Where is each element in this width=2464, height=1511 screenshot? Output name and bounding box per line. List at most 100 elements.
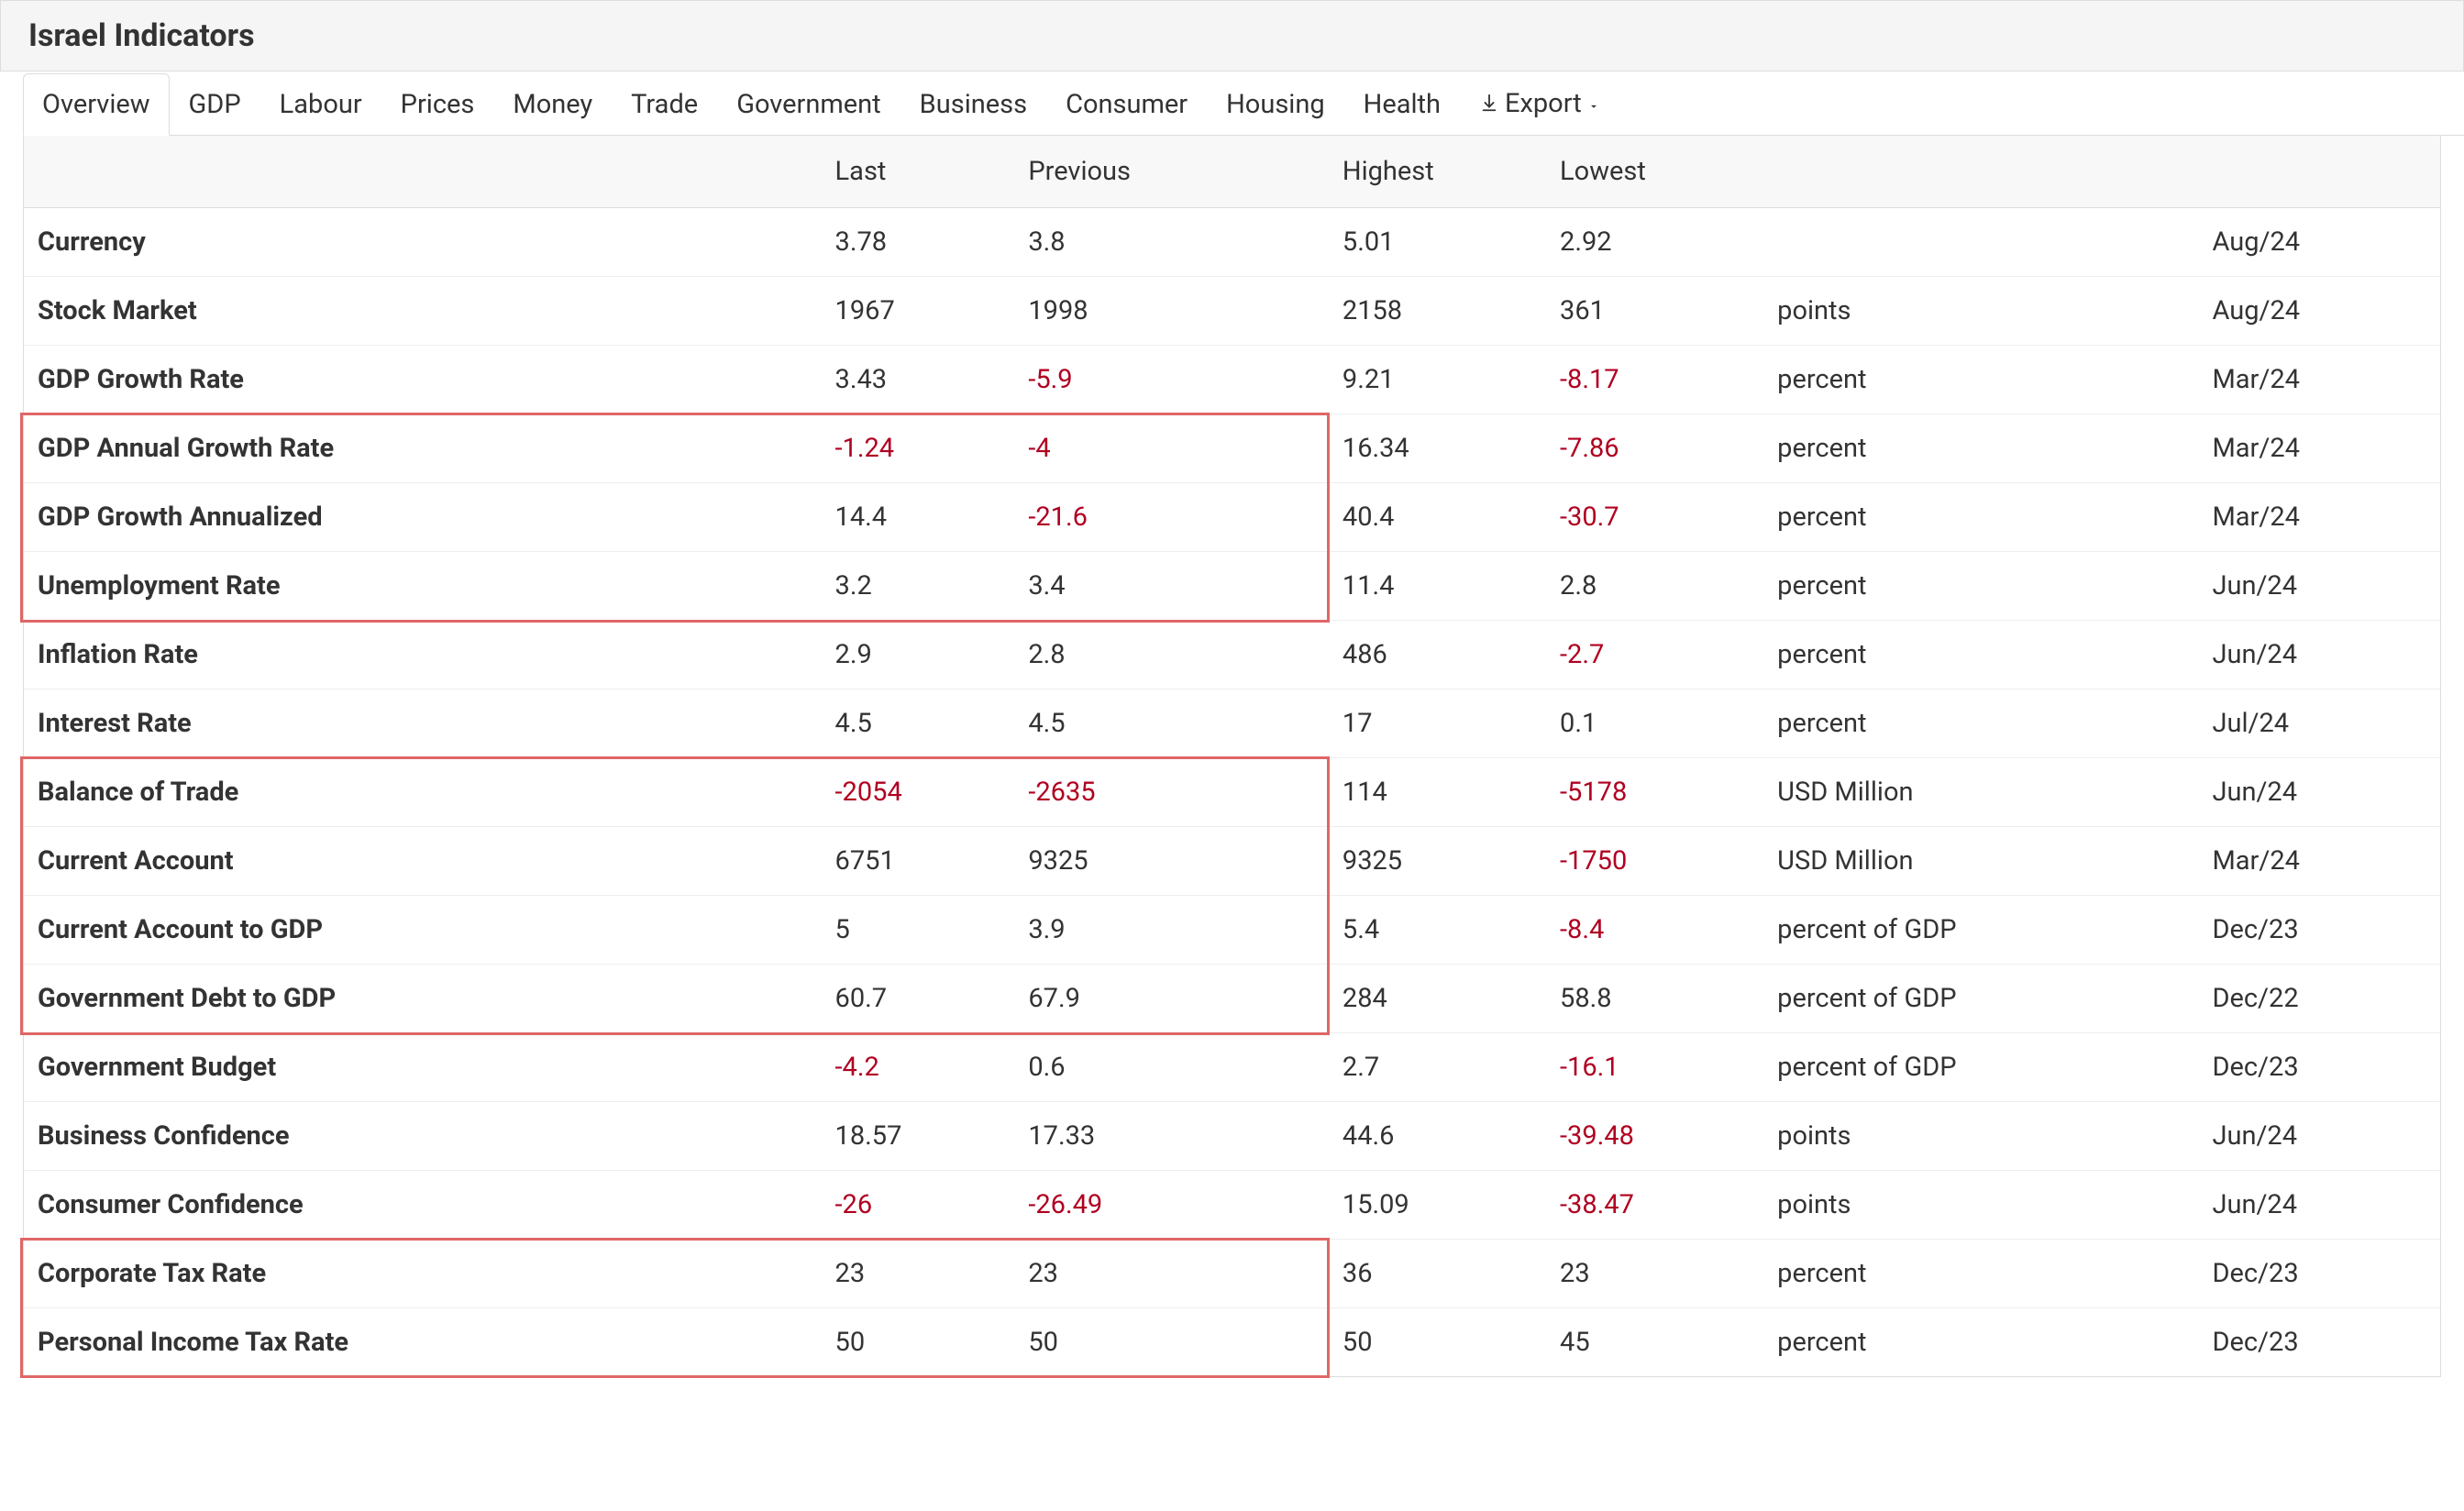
cell-date: Mar/24: [2198, 483, 2440, 552]
cell-lowest: 58.8: [1546, 965, 1763, 1033]
cell-date: Jun/24: [2198, 621, 2440, 689]
cell-previous: 2.8: [1014, 621, 1329, 689]
table-row: Current Account675193259325-1750USD Mill…: [24, 827, 2440, 896]
tab-gdp[interactable]: GDP: [170, 73, 260, 136]
cell-date: Jul/24: [2198, 689, 2440, 758]
cell-last: 5: [822, 896, 1015, 965]
cell-date: Mar/24: [2198, 827, 2440, 896]
cell-last: -1.24: [822, 414, 1015, 483]
cell-unit: USD Million: [1763, 827, 2198, 896]
cell-date: Jun/24: [2198, 758, 2440, 827]
cell-last: 4.5: [822, 689, 1015, 758]
cell-previous: 0.6: [1014, 1033, 1329, 1102]
indicator-name[interactable]: Balance of Trade: [24, 758, 822, 827]
cell-highest: 44.6: [1329, 1102, 1546, 1171]
cell-last: 2.9: [822, 621, 1015, 689]
tab-money[interactable]: Money: [493, 73, 612, 136]
cell-last: 6751: [822, 827, 1015, 896]
tab-housing[interactable]: Housing: [1207, 73, 1344, 136]
indicator-name[interactable]: Corporate Tax Rate: [24, 1240, 822, 1308]
cell-date: Dec/23: [2198, 1308, 2440, 1377]
col-lowest: Lowest: [1546, 136, 1763, 208]
cell-unit: points: [1763, 277, 2198, 346]
cell-unit: percent: [1763, 483, 2198, 552]
cell-last: 18.57: [822, 1102, 1015, 1171]
table-row: Currency3.783.85.012.92Aug/24: [24, 208, 2440, 277]
indicator-name[interactable]: Currency: [24, 208, 822, 277]
indicator-name[interactable]: Interest Rate: [24, 689, 822, 758]
page-title: Israel Indicators: [28, 17, 2436, 54]
cell-last: 3.2: [822, 552, 1015, 621]
indicator-name[interactable]: Inflation Rate: [24, 621, 822, 689]
cell-lowest: -39.48: [1546, 1102, 1763, 1171]
table-row: Inflation Rate2.92.8486-2.7percentJun/24: [24, 621, 2440, 689]
tab-labour[interactable]: Labour: [260, 73, 381, 136]
indicator-name[interactable]: GDP Growth Rate: [24, 346, 822, 414]
cell-previous: -21.6: [1014, 483, 1329, 552]
cell-previous: 3.8: [1014, 208, 1329, 277]
page-header: Israel Indicators: [0, 0, 2464, 72]
cell-lowest: -38.47: [1546, 1171, 1763, 1240]
indicator-name[interactable]: Consumer Confidence: [24, 1171, 822, 1240]
indicator-name[interactable]: Personal Income Tax Rate: [24, 1308, 822, 1377]
cell-unit: percent of GDP: [1763, 1033, 2198, 1102]
cell-unit: percent: [1763, 346, 2198, 414]
cell-highest: 9325: [1329, 827, 1546, 896]
cell-previous: -4: [1014, 414, 1329, 483]
indicator-name[interactable]: GDP Growth Annualized: [24, 483, 822, 552]
cell-last: 1967: [822, 277, 1015, 346]
tab-prices[interactable]: Prices: [381, 73, 494, 136]
cell-highest: 9.21: [1329, 346, 1546, 414]
indicator-name[interactable]: Stock Market: [24, 277, 822, 346]
cell-unit: percent: [1763, 621, 2198, 689]
indicator-name[interactable]: Business Confidence: [24, 1102, 822, 1171]
cell-last: -26: [822, 1171, 1015, 1240]
cell-highest: 2158: [1329, 277, 1546, 346]
cell-lowest: -30.7: [1546, 483, 1763, 552]
cell-date: Dec/23: [2198, 1240, 2440, 1308]
cell-previous: 1998: [1014, 277, 1329, 346]
cell-previous: -26.49: [1014, 1171, 1329, 1240]
col-highest: Highest: [1329, 136, 1546, 208]
col-previous: Previous: [1014, 136, 1329, 208]
indicator-name[interactable]: GDP Annual Growth Rate: [24, 414, 822, 483]
table-row: Stock Market196719982158361pointsAug/24: [24, 277, 2440, 346]
table-row: GDP Annual Growth Rate-1.24-416.34-7.86p…: [24, 414, 2440, 483]
cell-lowest: -5178: [1546, 758, 1763, 827]
cell-date: Mar/24: [2198, 414, 2440, 483]
tab-consumer[interactable]: Consumer: [1046, 73, 1207, 136]
cell-date: Dec/23: [2198, 1033, 2440, 1102]
cell-last: -2054: [822, 758, 1015, 827]
indicator-name[interactable]: Current Account: [24, 827, 822, 896]
cell-unit: points: [1763, 1171, 2198, 1240]
indicator-name[interactable]: Government Debt to GDP: [24, 965, 822, 1033]
indicator-name[interactable]: Government Budget: [24, 1033, 822, 1102]
indicators-table-wrap: Last Previous Highest Lowest Currency3.7…: [23, 136, 2441, 1377]
tab-health[interactable]: Health: [1344, 73, 1460, 136]
cell-unit: USD Million: [1763, 758, 2198, 827]
cell-highest: 17: [1329, 689, 1546, 758]
cell-unit: percent: [1763, 1240, 2198, 1308]
tab-trade[interactable]: Trade: [612, 73, 717, 136]
export-button[interactable]: Export: [1460, 72, 1619, 136]
cell-unit: percent: [1763, 552, 2198, 621]
indicator-name[interactable]: Current Account to GDP: [24, 896, 822, 965]
cell-highest: 15.09: [1329, 1171, 1546, 1240]
chevron-down-icon: [1587, 89, 1600, 120]
cell-unit: percent: [1763, 689, 2198, 758]
cell-highest: 2.7: [1329, 1033, 1546, 1102]
cell-last: 3.43: [822, 346, 1015, 414]
indicator-name[interactable]: Unemployment Rate: [24, 552, 822, 621]
cell-previous: 4.5: [1014, 689, 1329, 758]
col-unit: [1763, 136, 2198, 208]
download-icon: [1479, 89, 1499, 120]
cell-previous: 3.4: [1014, 552, 1329, 621]
tab-government[interactable]: Government: [717, 73, 900, 136]
cell-unit: points: [1763, 1102, 2198, 1171]
cell-last: -4.2: [822, 1033, 1015, 1102]
tab-business[interactable]: Business: [901, 73, 1046, 136]
table-header-row: Last Previous Highest Lowest: [24, 136, 2440, 208]
tab-overview[interactable]: Overview: [23, 73, 170, 136]
table-row: Interest Rate4.54.5170.1percentJul/24: [24, 689, 2440, 758]
cell-highest: 36: [1329, 1240, 1546, 1308]
